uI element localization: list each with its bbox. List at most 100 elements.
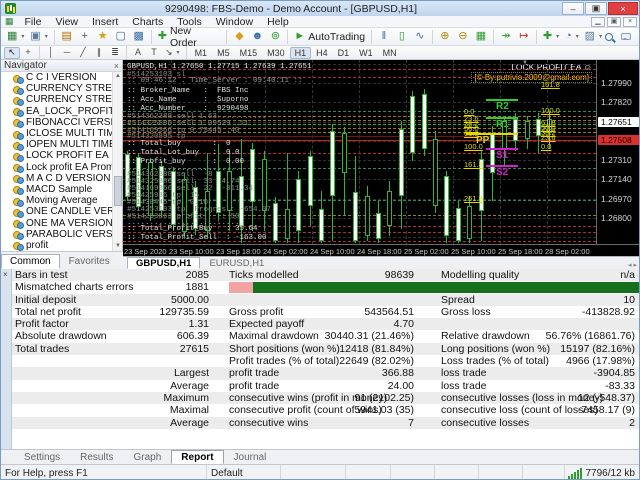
horizontal-line-button[interactable]: ─ — [59, 47, 75, 59]
minimize-button[interactable]: – — [562, 2, 584, 15]
navigator-item[interactable]: Moving Average — [1, 195, 113, 207]
maximize-button[interactable]: ▣ — [585, 2, 607, 15]
crosshair-button[interactable]: + — [20, 47, 36, 59]
status-cell — [281, 465, 346, 479]
menu-help[interactable]: Help — [260, 16, 296, 28]
tester-tab-report[interactable]: Report — [171, 450, 224, 464]
mql5-button[interactable]: ⊚ — [266, 29, 284, 45]
community-button[interactable]: ☻ — [248, 29, 266, 45]
navigator-item[interactable]: ICLOSE MULTI TIMEF — [1, 128, 113, 140]
trendline-button[interactable]: ╱ — [75, 47, 91, 59]
indicators-button[interactable]: ✚ ▾ — [540, 29, 562, 45]
scroll-down-icon[interactable]: ▼ — [113, 242, 123, 251]
tester-close-icon[interactable]: × — [3, 270, 8, 279]
data-window-button[interactable]: + — [76, 29, 94, 45]
menu-charts[interactable]: Charts — [125, 16, 170, 28]
timeframe-w1-button[interactable]: W1 — [354, 47, 378, 59]
search-icon[interactable] — [605, 32, 613, 41]
bar-chart-button[interactable]: ǁ — [375, 29, 393, 45]
metaeditor-button[interactable]: ◆ — [230, 29, 248, 45]
chart-tab-gbpusd-h1[interactable]: GBPUSD,H1 — [127, 257, 201, 269]
chart-plot[interactable]: ▼ LOCK PROFIT EA ☺ [© By:putrivio.2009@g… — [123, 60, 596, 244]
market-watch-button[interactable]: ▤ — [58, 29, 76, 45]
timeframe-mn-button[interactable]: MN — [378, 47, 402, 59]
navigator-scrollbar[interactable]: ▲ ▼ — [112, 72, 122, 251]
child-minimize-button[interactable]: ▁ — [591, 16, 605, 27]
cursor-button[interactable]: ↖ — [4, 46, 20, 59]
arrows-button[interactable]: ↘ ▾ — [162, 47, 183, 59]
zoom-in-button[interactable]: ⊕ — [436, 29, 454, 45]
timeframe-m1-button[interactable]: M1 — [190, 47, 213, 59]
candlestick-chart-button[interactable]: ▯ — [393, 29, 411, 45]
navigator-item[interactable]: FIBONACCI VERSION — [1, 117, 113, 129]
chart-tab-eurusd-h1[interactable]: EURUSD,H1 — [200, 257, 273, 269]
child-restore-button[interactable]: ▣ — [607, 16, 621, 27]
chat-icon[interactable] — [621, 33, 631, 40]
line-chart-button[interactable]: ∿ — [411, 29, 429, 45]
tester-tab-settings[interactable]: Settings — [14, 450, 70, 464]
navigator-close-icon[interactable]: × — [114, 61, 119, 71]
strategy-tester-button[interactable]: ▩ — [130, 29, 148, 45]
terminal-button[interactable]: ▢ — [112, 29, 130, 45]
menu-file[interactable]: File — [18, 16, 49, 28]
timeframe-d1-button[interactable]: D1 — [333, 47, 355, 59]
navigator-item[interactable]: LOCK PROFIT EA — [1, 150, 113, 162]
channel-button[interactable]: ∥ — [91, 47, 107, 59]
time-axis[interactable]: 23 Sep 2020 23 Sep 10:00 23 Sep 18:00 24 Se… — [123, 244, 639, 256]
navigator-header[interactable]: Navigator × — [1, 60, 122, 72]
autotrading-button[interactable]: ► AutoTrading — [291, 29, 367, 45]
periods-button[interactable]: ◔ ▾ — [562, 29, 582, 45]
timeframe-h4-button[interactable]: H4 — [311, 47, 333, 59]
grid-line-vertical — [312, 60, 313, 244]
timeframe-m15-button[interactable]: M15 — [235, 47, 263, 59]
zoom-out-button[interactable]: ⊖ — [454, 29, 472, 45]
navigator-item[interactable]: EA_LOCK_PROFIT — [1, 106, 113, 118]
price-axis[interactable]: 1.27651 1.27508 1.27990 1.27820 1.27310 1.2… — [596, 60, 639, 244]
text-icon: A — [134, 47, 141, 57]
navigator-item-label: profit — [26, 239, 49, 251]
app-icon — [5, 3, 16, 14]
child-close-button[interactable]: × — [623, 16, 637, 27]
navigator-item[interactable]: CURRENCY STRENGT — [1, 83, 113, 95]
mt4-window: 9290498: FBS-Demo - Demo Account - [GBPU… — [0, 0, 640, 480]
chart-shift-button[interactable]: ↦ — [515, 29, 533, 45]
navigator-tab-favorites[interactable]: Favorites — [60, 254, 119, 269]
text-label-button[interactable]: T — [146, 47, 162, 59]
navigator-item[interactable]: PARABOLIC VERSION — [1, 229, 113, 241]
new-chart-button[interactable]: ▦ ▾ — [4, 29, 27, 45]
navigator-item[interactable]: C C I VERSION — [1, 72, 113, 84]
text-button[interactable]: A — [130, 47, 146, 59]
navigator-item[interactable]: CURRENCY STRENGT — [1, 94, 113, 106]
navigator-item[interactable]: profit — [1, 240, 113, 251]
navigator-item[interactable]: MACD Sample — [1, 184, 113, 196]
navigator-item[interactable]: Lock profit EA Promo — [1, 162, 113, 174]
navigator-button[interactable]: ★ — [94, 29, 112, 45]
price-axis-label: 1.27140 — [601, 174, 632, 184]
fibonacci-button[interactable]: ≣ — [107, 47, 123, 59]
navigator-item[interactable]: ONE MA VERSION — [1, 217, 113, 230]
tester-tab-journal[interactable]: Journal — [224, 450, 277, 464]
new-order-button[interactable]: ✚ New Order — [155, 25, 224, 49]
auto-scroll-button[interactable]: ↠ — [497, 29, 515, 45]
scroll-up-icon[interactable]: ▲ — [113, 72, 123, 81]
navigator-item[interactable]: M A C D VERSION — [1, 173, 113, 185]
scrollbar-thumb[interactable] — [114, 176, 122, 206]
tester-tab-results[interactable]: Results — [70, 450, 123, 464]
tab-scroll-icons[interactable]: ◂ ▸ — [628, 261, 639, 269]
timeframe-m5-button[interactable]: M5 — [212, 47, 235, 59]
timeframe-m30-button[interactable]: M30 — [262, 47, 290, 59]
menu-view[interactable]: View — [48, 16, 85, 28]
navigator-item[interactable]: IOPEN MULTI TIMEFF — [1, 139, 113, 151]
tile-windows-button[interactable]: ▦ — [472, 29, 490, 45]
tester-tab-graph[interactable]: Graph — [124, 450, 172, 464]
close-button[interactable]: × — [608, 2, 638, 15]
navigator-item[interactable]: ONE CANDLE VERSIC — [1, 206, 113, 218]
menu-insert[interactable]: Insert — [85, 16, 125, 28]
timeframe-h1-button[interactable]: H1 — [289, 46, 312, 59]
vertical-line-button[interactable]: │ — [43, 47, 59, 59]
navigator-tab-common[interactable]: Common — [1, 254, 60, 269]
expert-advisor-icon — [13, 241, 24, 251]
title-bar[interactable]: 9290498: FBS-Demo - Demo Account - [GBPU… — [1, 1, 639, 16]
templates-button[interactable]: ▨ ▾ — [582, 29, 605, 45]
profiles-button[interactable]: ▣ ▾ — [27, 29, 50, 45]
